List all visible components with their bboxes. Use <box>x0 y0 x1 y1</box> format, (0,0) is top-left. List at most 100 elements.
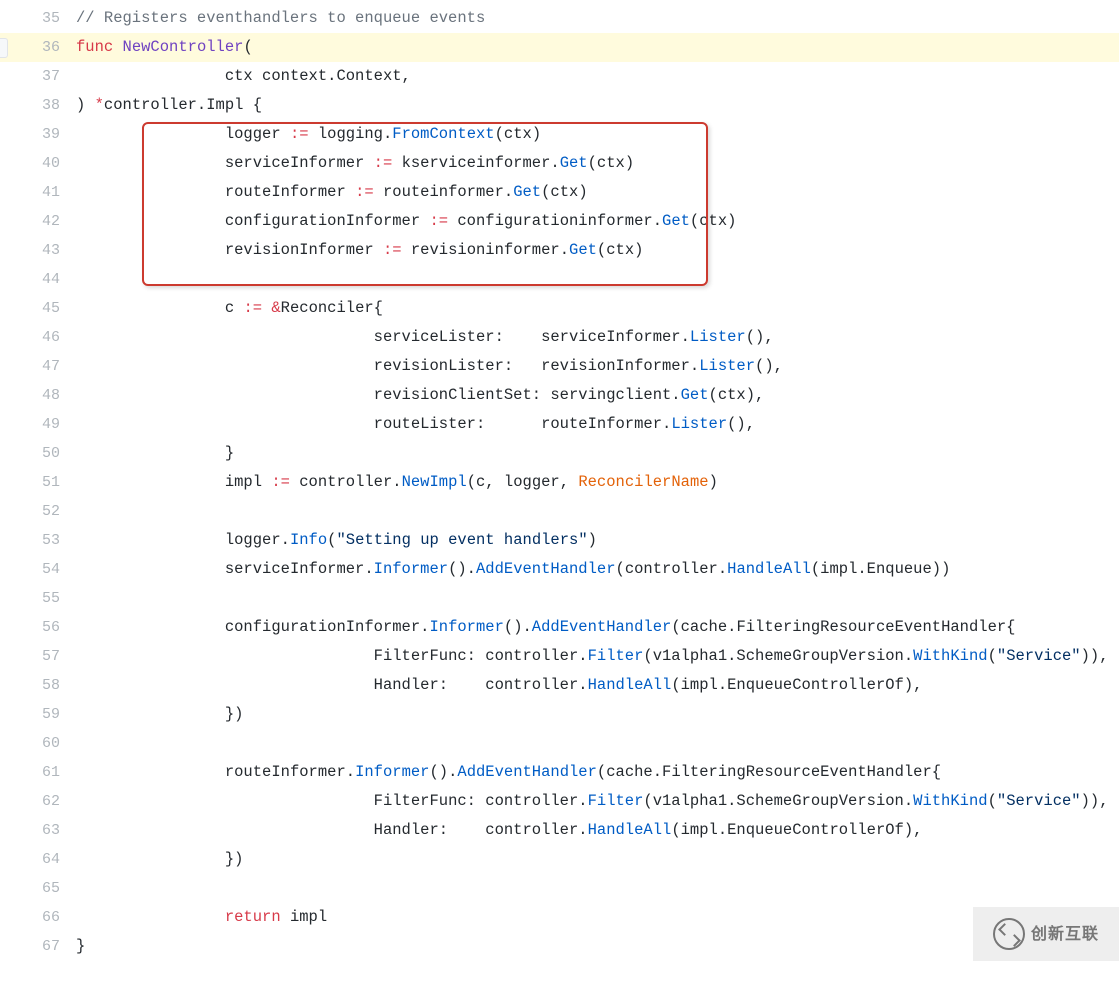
code-line[interactable]: 67} <box>0 932 1119 961</box>
line-number[interactable]: 64 <box>0 845 76 874</box>
line-number[interactable]: 67 <box>0 932 76 961</box>
code-line[interactable]: 40 serviceInformer := kserviceinformer.G… <box>0 149 1119 178</box>
code-line[interactable]: 62 FilterFunc: controller.Filter(v1alpha… <box>0 787 1119 816</box>
code-content[interactable]: }) <box>76 700 1119 729</box>
code-content[interactable]: configurationInformer.Informer().AddEven… <box>76 613 1119 642</box>
line-number[interactable]: 63 <box>0 816 76 845</box>
code-line[interactable]: 43 revisionInformer := revisioninformer.… <box>0 236 1119 265</box>
line-number[interactable]: 42 <box>0 207 76 236</box>
code-line[interactable]: 46 serviceLister: serviceInformer.Lister… <box>0 323 1119 352</box>
code-content[interactable]: logger.Info("Setting up event handlers") <box>76 526 1119 555</box>
line-number[interactable]: 59 <box>0 700 76 729</box>
line-number[interactable]: 55 <box>0 584 76 613</box>
code-line[interactable]: 38) *controller.Impl { <box>0 91 1119 120</box>
code-content[interactable]: ctx context.Context, <box>76 62 1119 91</box>
line-number[interactable]: 47 <box>0 352 76 381</box>
code-content[interactable]: configurationInformer := configurationin… <box>76 207 1119 236</box>
code-line[interactable]: 66 return impl <box>0 903 1119 932</box>
line-number[interactable]: 58 <box>0 671 76 700</box>
line-number[interactable]: 46 <box>0 323 76 352</box>
line-number[interactable]: 40 <box>0 149 76 178</box>
code-content[interactable]: FilterFunc: controller.Filter(v1alpha1.S… <box>76 642 1119 671</box>
code-line[interactable]: 63 Handler: controller.HandleAll(impl.En… <box>0 816 1119 845</box>
code-line[interactable]: 36func NewController( <box>0 33 1119 62</box>
code-line[interactable]: 57 FilterFunc: controller.Filter(v1alpha… <box>0 642 1119 671</box>
expand-handle-icon[interactable] <box>0 38 8 58</box>
code-content[interactable] <box>76 265 1119 294</box>
code-line[interactable]: 56 configurationInformer.Informer().AddE… <box>0 613 1119 642</box>
code-content[interactable]: routeInformer.Informer().AddEventHandler… <box>76 758 1119 787</box>
line-number[interactable]: 50 <box>0 439 76 468</box>
code-content[interactable] <box>76 729 1119 758</box>
line-number[interactable]: 37 <box>0 62 76 91</box>
code-line[interactable]: 60 <box>0 729 1119 758</box>
line-number[interactable]: 61 <box>0 758 76 787</box>
code-line[interactable]: 53 logger.Info("Setting up event handler… <box>0 526 1119 555</box>
line-number[interactable]: 65 <box>0 874 76 903</box>
line-number[interactable]: 54 <box>0 555 76 584</box>
code-line[interactable]: 41 routeInformer := routeinformer.Get(ct… <box>0 178 1119 207</box>
code-line[interactable]: 49 routeLister: routeInformer.Lister(), <box>0 410 1119 439</box>
code-content[interactable]: return impl <box>76 903 1119 932</box>
line-number[interactable]: 66 <box>0 903 76 932</box>
line-number[interactable]: 41 <box>0 178 76 207</box>
code-line[interactable]: 55 <box>0 584 1119 613</box>
line-number[interactable]: 35 <box>0 4 76 33</box>
code-content[interactable]: logger := logging.FromContext(ctx) <box>76 120 1119 149</box>
line-number[interactable]: 51 <box>0 468 76 497</box>
line-number[interactable]: 36 <box>0 33 76 62</box>
code-content[interactable]: } <box>76 439 1119 468</box>
code-content[interactable]: revisionInformer := revisioninformer.Get… <box>76 236 1119 265</box>
line-number[interactable]: 57 <box>0 642 76 671</box>
code-content[interactable]: // Registers eventhandlers to enqueue ev… <box>76 4 1119 33</box>
code-line[interactable]: 54 serviceInformer.Informer().AddEventHa… <box>0 555 1119 584</box>
code-line[interactable]: 64 }) <box>0 845 1119 874</box>
code-line[interactable]: 50 } <box>0 439 1119 468</box>
code-content[interactable]: c := &Reconciler{ <box>76 294 1119 323</box>
code-line[interactable]: 65 <box>0 874 1119 903</box>
line-number[interactable]: 44 <box>0 265 76 294</box>
code-line[interactable]: 45 c := &Reconciler{ <box>0 294 1119 323</box>
line-number[interactable]: 49 <box>0 410 76 439</box>
line-number[interactable]: 52 <box>0 497 76 526</box>
code-content[interactable]: revisionClientSet: servingclient.Get(ctx… <box>76 381 1119 410</box>
code-line[interactable]: 51 impl := controller.NewImpl(c, logger,… <box>0 468 1119 497</box>
code-line[interactable]: 42 configurationInformer := configuratio… <box>0 207 1119 236</box>
code-content[interactable]: routeInformer := routeinformer.Get(ctx) <box>76 178 1119 207</box>
code-content[interactable]: ) *controller.Impl { <box>76 91 1119 120</box>
code-content[interactable]: impl := controller.NewImpl(c, logger, Re… <box>76 468 1119 497</box>
code-line[interactable]: 44 <box>0 265 1119 294</box>
line-number[interactable]: 43 <box>0 236 76 265</box>
line-number[interactable]: 60 <box>0 729 76 758</box>
code-content[interactable] <box>76 497 1119 526</box>
line-number[interactable]: 39 <box>0 120 76 149</box>
code-line[interactable]: 48 revisionClientSet: servingclient.Get(… <box>0 381 1119 410</box>
line-number[interactable]: 53 <box>0 526 76 555</box>
code-line[interactable]: 47 revisionLister: revisionInformer.List… <box>0 352 1119 381</box>
code-content[interactable]: } <box>76 932 1119 961</box>
code-content[interactable] <box>76 874 1119 903</box>
line-number[interactable]: 48 <box>0 381 76 410</box>
line-number[interactable]: 38 <box>0 91 76 120</box>
code-line[interactable]: 52 <box>0 497 1119 526</box>
code-content[interactable]: }) <box>76 845 1119 874</box>
code-content[interactable]: revisionLister: revisionInformer.Lister(… <box>76 352 1119 381</box>
code-content[interactable]: Handler: controller.HandleAll(impl.Enque… <box>76 816 1119 845</box>
code-line[interactable]: 59 }) <box>0 700 1119 729</box>
code-content[interactable]: FilterFunc: controller.Filter(v1alpha1.S… <box>76 787 1119 816</box>
code-line[interactable]: 35// Registers eventhandlers to enqueue … <box>0 4 1119 33</box>
code-content[interactable] <box>76 584 1119 613</box>
line-number[interactable]: 45 <box>0 294 76 323</box>
code-line[interactable]: 61 routeInformer.Informer().AddEventHand… <box>0 758 1119 787</box>
code-line[interactable]: 37 ctx context.Context, <box>0 62 1119 91</box>
line-number[interactable]: 56 <box>0 613 76 642</box>
line-number[interactable]: 62 <box>0 787 76 816</box>
code-content[interactable]: routeLister: routeInformer.Lister(), <box>76 410 1119 439</box>
code-content[interactable]: func NewController( <box>76 33 1119 62</box>
code-content[interactable]: serviceInformer := kserviceinformer.Get(… <box>76 149 1119 178</box>
code-line[interactable]: 39 logger := logging.FromContext(ctx) <box>0 120 1119 149</box>
code-line[interactable]: 58 Handler: controller.HandleAll(impl.En… <box>0 671 1119 700</box>
code-content[interactable]: serviceLister: serviceInformer.Lister(), <box>76 323 1119 352</box>
code-content[interactable]: serviceInformer.Informer().AddEventHandl… <box>76 555 1119 584</box>
code-content[interactable]: Handler: controller.HandleAll(impl.Enque… <box>76 671 1119 700</box>
